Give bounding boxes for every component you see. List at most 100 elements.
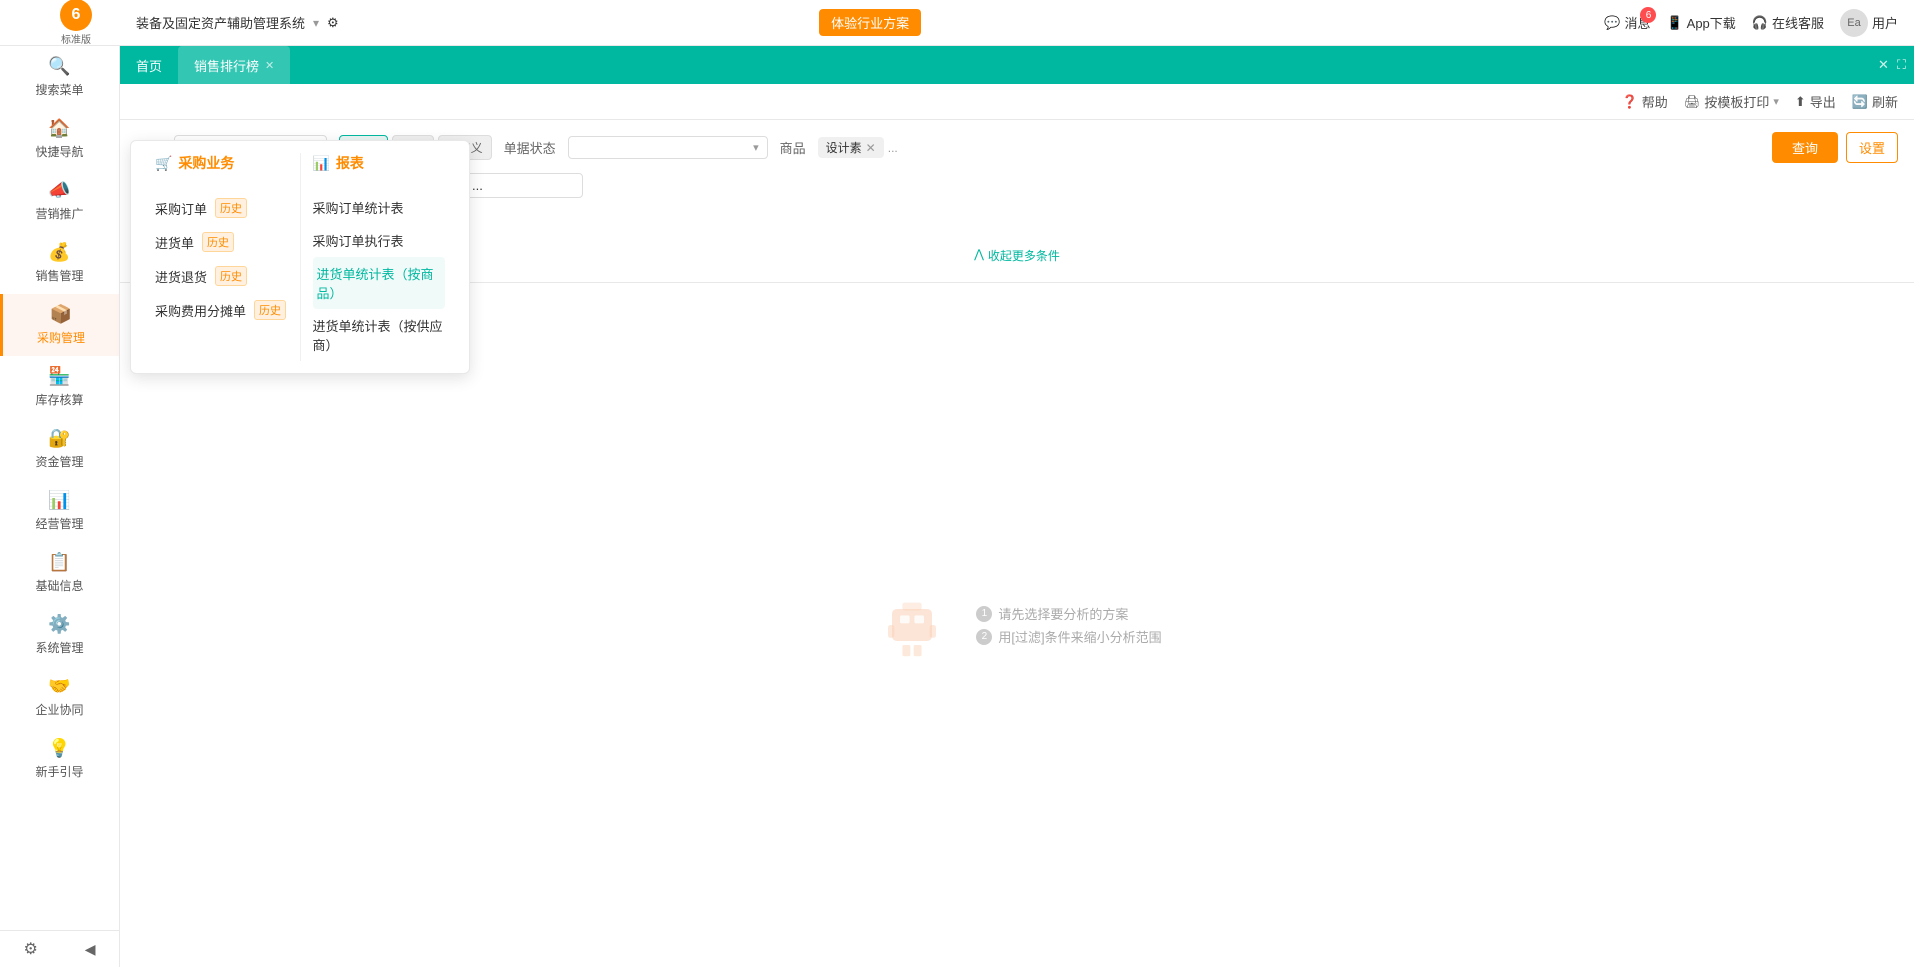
action-buttons: 查询 设置	[1772, 132, 1898, 163]
header-right: 💬 消息 6 📱 App下载 🎧 在线客服 Ea 用户	[1604, 9, 1898, 37]
help-btn[interactable]: ❓ 帮助	[1622, 92, 1668, 111]
finance-icon: 🔐	[48, 428, 70, 449]
message-badge: 6	[1640, 7, 1656, 23]
system-title-text: 装备及固定资产辅助管理系统	[136, 13, 305, 32]
dropdown-item-report-1[interactable]: 采购订单执行表	[313, 224, 446, 257]
report-col-label: 报表	[336, 153, 364, 173]
sidebar: 🔍 搜索菜单 🏠 快捷导航 📣 营销推广 💰 销售管理 📦 采购管理 🏪 库存核…	[0, 46, 120, 967]
tip-text-1: 请先选择要分析的方案	[998, 604, 1128, 623]
message-btn[interactable]: 💬 消息 6	[1604, 13, 1650, 32]
empty-state: 1 请先选择要分析的方案 2 用[过滤]条件来缩小分析范围	[120, 283, 1914, 967]
help-icon: ❓	[1622, 94, 1638, 110]
dropdown-item-inbound-label: 进货单	[155, 233, 194, 252]
dropdown-item-return-label: 进货退货	[155, 267, 207, 286]
print-btn[interactable]: 🖨 按模板打印 ▾	[1684, 92, 1779, 111]
dropdown-menu-inner: 🛒 采购业务 采购订单 历史 进货单 历史 进货退货 历史 采购费用分摊单 历史	[143, 153, 457, 361]
tip-num-1: 1	[976, 606, 992, 622]
goods-dotdot[interactable]: ...	[888, 141, 898, 155]
online-service-btn[interactable]: 🎧 在线客服	[1752, 13, 1824, 32]
sidebar-label-cooperation: 企业协同	[35, 701, 83, 718]
export-icon: ⬆	[1795, 94, 1806, 110]
sidebar-item-finance[interactable]: 🔐 资金管理	[0, 418, 119, 480]
sidebar-item-basic-info[interactable]: 📋 基础信息	[0, 542, 119, 604]
sidebar-item-marketing[interactable]: 📣 营销推广	[0, 170, 119, 232]
sidebar-item-operations[interactable]: 📊 经营管理	[0, 480, 119, 542]
print-chevron[interactable]: ▾	[1773, 95, 1779, 108]
dropdown-item-report-2[interactable]: 进货单统计表（按商品）	[313, 257, 446, 309]
empty-content: 1 请先选择要分析的方案 2 用[过滤]条件来缩小分析范围	[872, 585, 1161, 665]
history-badge-0: 历史	[215, 198, 247, 218]
sales-icon: 💰	[48, 242, 70, 263]
industry-btn[interactable]: 体验行业方案	[819, 9, 921, 36]
dropdown-item-purchase-order[interactable]: 采购订单 历史	[155, 191, 288, 225]
sidebar-item-purchase[interactable]: 📦 采购管理	[0, 294, 119, 356]
system-title-chevron[interactable]: ▾	[313, 16, 319, 30]
dropdown-report-col: 📊 报表 采购订单统计表 采购订单执行表 进货单统计表（按商品） 进货单统计表（…	[301, 153, 458, 361]
goods-tag-close[interactable]: ✕	[866, 141, 876, 155]
tab-sales-rank[interactable]: 销售排行榜 ✕	[178, 46, 290, 84]
dropdown-item-expense[interactable]: 采购费用分摊单 历史	[155, 293, 288, 327]
salesman-select[interactable]: ...	[463, 173, 583, 198]
app-download-btn[interactable]: 📱 App下载	[1666, 13, 1735, 32]
sidebar-label-marketing: 营销推广	[35, 205, 83, 222]
marketing-icon: 📣	[48, 180, 70, 201]
sidebar-item-system[interactable]: ⚙️ 系统管理	[0, 604, 119, 666]
dropdown-item-report-0[interactable]: 采购订单统计表	[313, 191, 446, 224]
tab-bar-right: ✕ ⛶	[1878, 57, 1914, 73]
toolbar: ❓ 帮助 🖨 按模板打印 ▾ ⬆ 导出 🔄 刷新	[120, 84, 1914, 120]
top-header: 6 标准版 装备及固定资产辅助管理系统 ▾ ⚙ 体验行业方案 💬 消息 6 📱 …	[0, 0, 1914, 46]
inventory-icon: 🏪	[48, 366, 70, 387]
avatar: Ea	[1840, 9, 1868, 37]
report-item-0-label: 采购订单统计表	[313, 198, 404, 217]
purchase-col-label: 采购业务	[178, 153, 234, 173]
home-icon: 🏠	[48, 118, 70, 139]
sidebar-item-sales[interactable]: 💰 销售管理	[0, 232, 119, 294]
goods-tag-value: 设计素	[826, 139, 862, 156]
sidebar-label-sales: 销售管理	[35, 267, 83, 284]
sidebar-item-quick-nav[interactable]: 🏠 快捷导航	[0, 108, 119, 170]
sidebar-label-finance: 资金管理	[35, 453, 83, 470]
sidebar-item-search[interactable]: 🔍 搜索菜单	[0, 46, 119, 108]
sidebar-label-guide: 新手引导	[35, 763, 83, 780]
sidebar-settings-icon[interactable]: ⚙	[23, 939, 37, 959]
dropdown-item-report-3[interactable]: 进货单统计表（按供应商）	[313, 309, 446, 361]
empty-tip-1: 1 请先选择要分析的方案	[976, 604, 1161, 623]
dropdown-menu: 🛒 采购业务 采购订单 历史 进货单 历史 进货退货 历史 采购费用分摊单 历史	[130, 140, 470, 374]
phone-icon: 📱	[1666, 15, 1682, 31]
sidebar-bottom: ⚙ ◀	[0, 930, 119, 967]
dropdown-purchase-col: 🛒 采购业务 采购订单 历史 进货单 历史 进货退货 历史 采购费用分摊单 历史	[143, 153, 301, 361]
print-label: 按模板打印	[1704, 92, 1769, 111]
settings-icon[interactable]: ⚙	[327, 15, 339, 31]
dropdown-item-return[interactable]: 进货退货 历史	[155, 259, 288, 293]
dropdown-item-purchase-order-label: 采购订单	[155, 199, 207, 218]
tab-expand-icon[interactable]: ⛶	[1897, 57, 1906, 73]
report-item-3-label: 进货单统计表（按供应商）	[313, 316, 446, 354]
empty-illustration	[872, 585, 952, 665]
refresh-btn[interactable]: 🔄 刷新	[1852, 92, 1898, 111]
report-col-icon: 📊	[313, 155, 330, 172]
sidebar-collapse-icon[interactable]: ◀	[85, 941, 96, 958]
sidebar-label-operations: 经营管理	[35, 515, 83, 532]
user-btn[interactable]: Ea 用户	[1840, 9, 1898, 37]
tip-num-2: 2	[976, 629, 992, 645]
cooperation-icon: 🤝	[48, 676, 70, 697]
sidebar-item-guide[interactable]: 💡 新手引导	[0, 728, 119, 790]
voucher-status-label: 单据状态	[504, 138, 556, 157]
tab-close-all-icon[interactable]: ✕	[1878, 57, 1889, 73]
voucher-status-select[interactable]: ▾	[568, 136, 768, 159]
tab-home[interactable]: 首页	[120, 46, 178, 84]
dropdown-item-inbound[interactable]: 进货单 历史	[155, 225, 288, 259]
settings-button[interactable]: 设置	[1846, 132, 1898, 163]
export-label: 导出	[1810, 92, 1836, 111]
tab-close-icon[interactable]: ✕	[265, 59, 274, 72]
tab-sales-rank-label: 销售排行榜	[194, 56, 259, 75]
query-button[interactable]: 查询	[1772, 132, 1838, 163]
basic-info-icon: 📋	[48, 552, 70, 573]
collapse-icon: ⋀	[974, 247, 984, 264]
collapse-text: 收起更多条件	[988, 247, 1060, 264]
tab-bar: 首页 销售排行榜 ✕ ✕ ⛶	[120, 46, 1914, 84]
export-btn[interactable]: ⬆ 导出	[1795, 92, 1836, 111]
sidebar-item-cooperation[interactable]: 🤝 企业协同	[0, 666, 119, 728]
sidebar-item-inventory[interactable]: 🏪 库存核算	[0, 356, 119, 418]
history-badge-3: 历史	[254, 300, 286, 320]
